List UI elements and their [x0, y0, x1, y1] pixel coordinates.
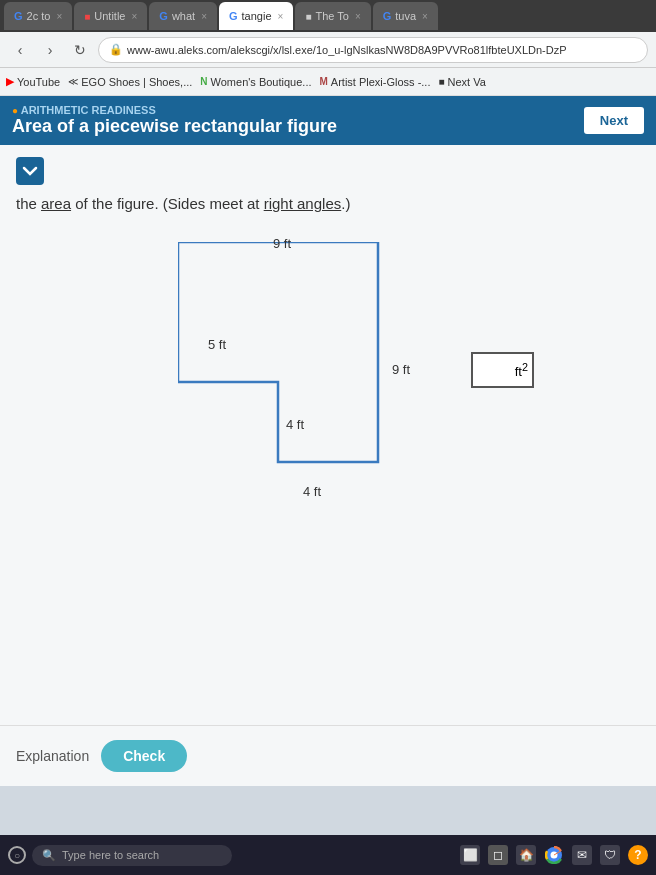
taskbar-search-text: Type here to search — [62, 849, 159, 861]
aleks-header: ● ARITHMETIC READINESS Area of a piecewi… — [0, 96, 656, 145]
back-button[interactable]: ‹ — [8, 38, 32, 62]
tab-tangie[interactable]: G tangie × — [219, 2, 293, 30]
taskbar-help-icon[interactable]: ? — [628, 845, 648, 865]
svg-marker-0 — [178, 242, 378, 462]
dim-inner-step: 4 ft — [286, 417, 304, 432]
taskbar-view-icon[interactable]: ⬜ — [460, 845, 480, 865]
tab-close-icon[interactable]: × — [278, 11, 284, 22]
figure-svg — [178, 242, 418, 512]
bookmark-next[interactable]: ■ Next Va — [438, 76, 485, 88]
tab-what[interactable]: G what × — [149, 2, 217, 30]
tab-the-to[interactable]: ■ The To × — [295, 2, 370, 30]
forward-button[interactable]: › — [38, 38, 62, 62]
section-label: ● ARITHMETIC READINESS — [12, 104, 337, 116]
bookmark-youtube[interactable]: ▶ YouTube — [6, 75, 60, 88]
reload-button[interactable]: ↻ — [68, 38, 92, 62]
topic-title: Area of a piecewise rectangular figure — [12, 116, 337, 137]
figure-area: 9 ft 9 ft 5 ft 4 ft 4 ft ft2 — [118, 232, 538, 542]
dim-left-inner: 5 ft — [208, 337, 226, 352]
dim-top: 9 ft — [273, 236, 291, 251]
tab-close-icon[interactable]: × — [56, 11, 62, 22]
tab-close-icon[interactable]: × — [201, 11, 207, 22]
windows-search-icon[interactable]: ○ — [8, 846, 26, 864]
tab-untitle[interactable]: ■ Untitle × — [74, 2, 147, 30]
bookmarks-bar: ▶ YouTube ≪ EGO Shoes | Shoes,... N Wome… — [0, 68, 656, 96]
instruction-text: the area of the figure. (Sides meet at r… — [16, 195, 640, 212]
tab-tuva[interactable]: G tuva × — [373, 2, 438, 30]
unit-label: ft2 — [515, 361, 528, 379]
taskbar-file-icon[interactable]: 🏠 — [516, 845, 536, 865]
exercise-area: the area of the figure. (Sides meet at r… — [0, 145, 656, 725]
taskbar-chrome-icon[interactable] — [544, 845, 564, 865]
address-bar: ‹ › ↻ 🔒 www-awu.aleks.com/alekscgi/x/lsl… — [0, 32, 656, 68]
bookmark-artist[interactable]: M Artist Plexi-Gloss -... — [320, 76, 431, 88]
tab-close-icon[interactable]: × — [355, 11, 361, 22]
browser-tabs: G 2c to × ■ Untitle × G what × G tangie … — [0, 0, 656, 32]
answer-input[interactable] — [477, 356, 513, 384]
bottom-bar: Explanation Check — [0, 725, 656, 786]
taskbar-mail-icon[interactable]: ✉ — [572, 845, 592, 865]
check-button[interactable]: Check — [101, 740, 187, 772]
dim-right: 9 ft — [392, 362, 410, 377]
bookmark-ego-shoes[interactable]: ≪ EGO Shoes | Shoes,... — [68, 76, 192, 88]
expand-button[interactable] — [16, 157, 44, 185]
next-button[interactable]: Next — [584, 107, 644, 134]
dim-bottom: 4 ft — [303, 484, 321, 499]
taskbar: ○ 🔍 Type here to search ⬜ ◻ 🏠 ✉ 🛡 ? — [0, 835, 656, 875]
explanation-link[interactable]: Explanation — [16, 748, 89, 764]
taskbar-security-icon[interactable]: 🛡 — [600, 845, 620, 865]
tab-close-icon[interactable]: × — [132, 11, 138, 22]
taskbar-search[interactable]: 🔍 Type here to search — [32, 845, 232, 866]
bookmark-womens[interactable]: N Women's Boutique... — [200, 76, 311, 88]
address-input[interactable]: 🔒 www-awu.aleks.com/alekscgi/x/lsl.exe/1… — [98, 37, 648, 63]
taskbar-window-icon[interactable]: ◻ — [488, 845, 508, 865]
tab-close-icon[interactable]: × — [422, 11, 428, 22]
tab-2c[interactable]: G 2c to × — [4, 2, 72, 30]
answer-area: ft2 — [471, 352, 534, 388]
taskbar-icons: ⬜ ◻ 🏠 ✉ 🛡 ? — [460, 845, 648, 865]
